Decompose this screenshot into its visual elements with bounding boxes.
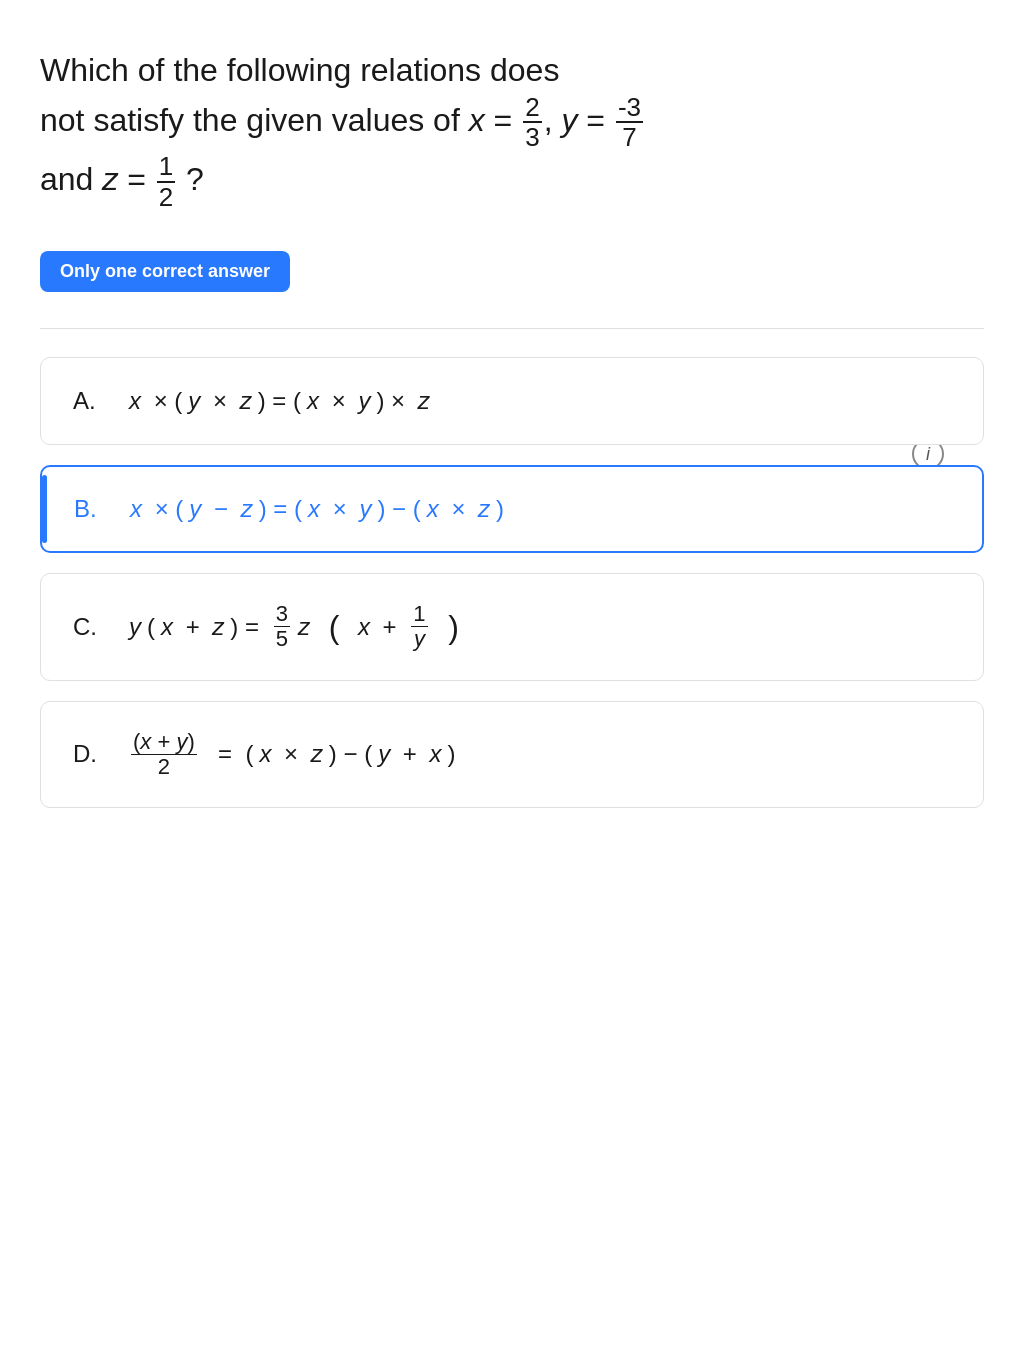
y-frac-den: 7 <box>620 123 638 152</box>
question-mark: ? <box>177 161 204 197</box>
y-frac-num: -3 <box>616 93 643 124</box>
badge-label: Only one correct answer <box>60 261 270 282</box>
z-frac-den: 2 <box>157 183 175 212</box>
option-a-content: x × (y × z) = (x × y) × z <box>129 387 430 415</box>
answer-type-badge: Only one correct answer <box>40 251 290 292</box>
x-fraction: 23 <box>523 93 541 152</box>
option-c-bar <box>41 582 46 671</box>
option-d-bar <box>41 710 46 799</box>
option-a[interactable]: A. x × (y × z) = (x × y) × z <box>40 357 984 445</box>
option-d[interactable]: D. (x + y)2 = (x × z) − (y + x) <box>40 701 984 808</box>
info-icon: i <box>926 444 930 465</box>
comma-y: , y = <box>544 102 614 138</box>
option-a-label: A. <box>73 387 105 415</box>
z-frac-num: 1 <box>157 152 175 183</box>
options-container: A. x × (y × z) = (x × y) × z B. x × (y −… <box>40 357 984 808</box>
option-b-content: x × (y − z) = (x × y) − (x × z) <box>130 495 504 523</box>
option-b-label: B. <box>74 495 106 523</box>
c-fraction-1y: 1y <box>411 602 427 651</box>
x-frac-den: 3 <box>523 123 541 152</box>
question-text: Which of the following relations doesnot… <box>40 48 984 211</box>
and-z: and z = <box>40 161 155 197</box>
option-b[interactable]: B. x × (y − z) = (x × y) − (x × z) <box>40 465 984 553</box>
question-section: Which of the following relations doesnot… <box>40 48 984 329</box>
option-b-bar <box>42 475 47 543</box>
option-c-label: C. <box>73 613 105 641</box>
option-c-content: y(x + z) = 35z ( x + 1y ) <box>129 602 459 651</box>
divider <box>40 328 984 329</box>
option-c[interactable]: C. y(x + z) = 35z ( x + 1y ) <box>40 573 984 680</box>
y-fraction: -37 <box>616 93 643 152</box>
option-a-bar <box>41 366 46 436</box>
d-fraction-xy2: (x + y)2 <box>131 730 197 779</box>
question-line1: Which of the following relations doesnot… <box>40 52 559 138</box>
c-fraction-35: 35 <box>274 602 290 651</box>
z-fraction: 12 <box>157 152 175 211</box>
option-d-content: (x + y)2 = (x × z) − (y + x) <box>129 730 455 779</box>
option-d-label: D. <box>73 740 105 768</box>
x-frac-num: 2 <box>523 93 541 124</box>
